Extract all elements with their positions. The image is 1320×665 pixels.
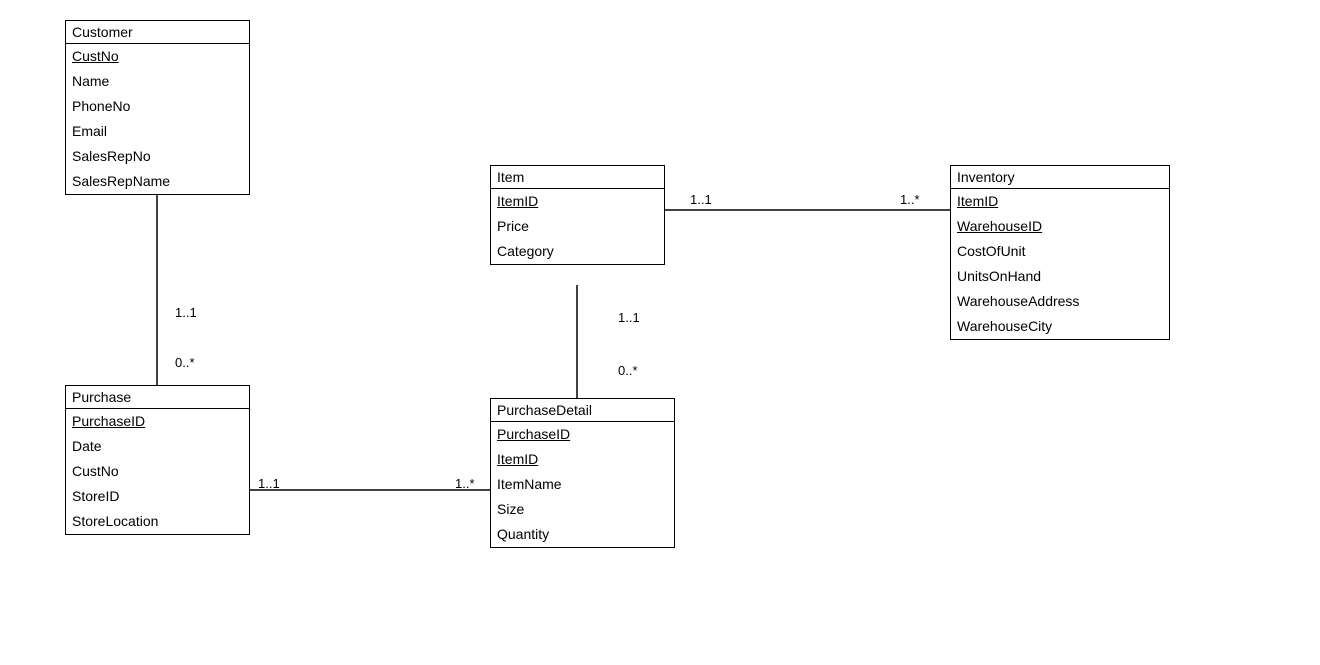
card-purchase-pd-11: 1..1 [258, 476, 280, 491]
inventory-field-unitsonhand: UnitsOnHand [951, 264, 1169, 289]
customer-field-salesrepno: SalesRepNo [66, 144, 249, 169]
customer-field-salesrepname: SalesRepName [66, 169, 249, 194]
card-purchase-pd-1star: 1..* [455, 476, 475, 491]
purchasedetail-field-itemid: ItemID [491, 447, 674, 472]
customer-field-phoneno: PhoneNo [66, 94, 249, 119]
purchase-field-storelocation: StoreLocation [66, 509, 249, 534]
customer-field-email: Email [66, 119, 249, 144]
purchase-title: Purchase [66, 386, 249, 409]
inventory-field-costofunit: CostOfUnit [951, 239, 1169, 264]
item-field-category: Category [491, 239, 664, 264]
item-field-itemid: ItemID [491, 189, 664, 214]
inventory-field-warehouseaddress: WarehouseAddress [951, 289, 1169, 314]
card-customer-purchase-11: 1..1 [175, 305, 197, 320]
purchase-entity: Purchase PurchaseID Date CustNo StoreID … [65, 385, 250, 535]
purchase-field-custno: CustNo [66, 459, 249, 484]
purchase-field-storeid: StoreID [66, 484, 249, 509]
purchasedetail-field-purchaseid: PurchaseID [491, 422, 674, 447]
purchasedetail-entity: PurchaseDetail PurchaseID ItemID ItemNam… [490, 398, 675, 548]
purchase-field-purchaseid: PurchaseID [66, 409, 249, 434]
item-entity: Item ItemID Price Category [490, 165, 665, 265]
purchasedetail-field-itemname: ItemName [491, 472, 674, 497]
inventory-field-warehouseid: WarehouseID [951, 214, 1169, 239]
card-customer-purchase-0star: 0..* [175, 355, 195, 370]
inventory-field-warehousecity: WarehouseCity [951, 314, 1169, 339]
customer-entity: Customer CustNo Name PhoneNo Email Sales… [65, 20, 250, 195]
customer-title: Customer [66, 21, 249, 44]
item-field-price: Price [491, 214, 664, 239]
card-item-inv-11: 1..1 [690, 192, 712, 207]
purchasedetail-field-quantity: Quantity [491, 522, 674, 547]
erd-diagram: Customer CustNo Name PhoneNo Email Sales… [0, 0, 1320, 665]
purchasedetail-field-size: Size [491, 497, 674, 522]
inventory-entity: Inventory ItemID WarehouseID CostOfUnit … [950, 165, 1170, 340]
item-title: Item [491, 166, 664, 189]
customer-field-name: Name [66, 69, 249, 94]
purchasedetail-title: PurchaseDetail [491, 399, 674, 422]
customer-field-custno: CustNo [66, 44, 249, 69]
purchase-field-date: Date [66, 434, 249, 459]
inventory-field-itemid: ItemID [951, 189, 1169, 214]
card-item-pd-11: 1..1 [618, 310, 640, 325]
card-item-inv-1star: 1..* [900, 192, 920, 207]
inventory-title: Inventory [951, 166, 1169, 189]
card-item-pd-0star: 0..* [618, 363, 638, 378]
